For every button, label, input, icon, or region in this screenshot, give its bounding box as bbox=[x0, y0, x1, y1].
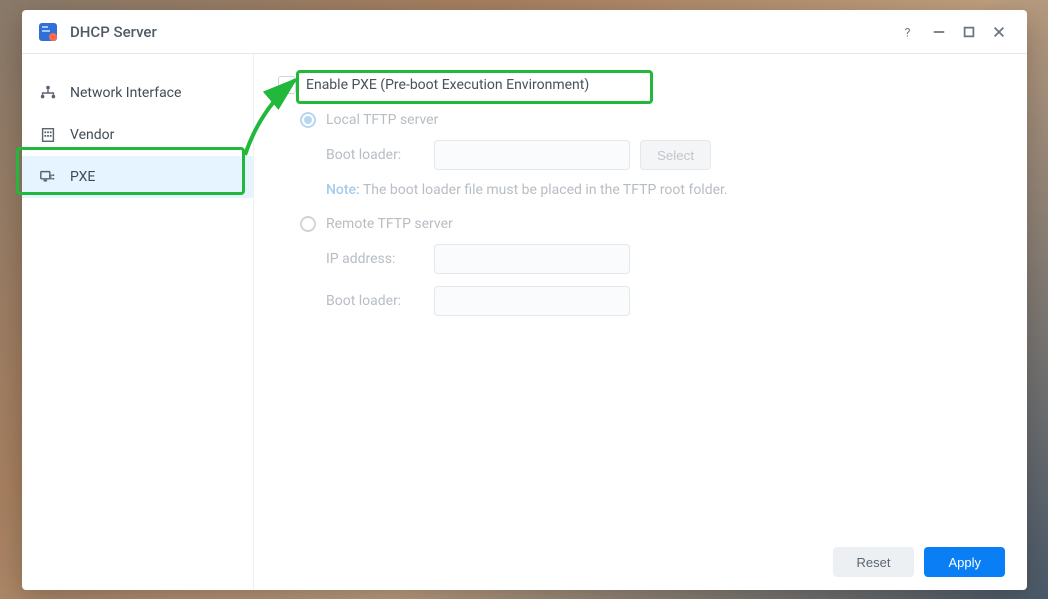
close-button[interactable] bbox=[985, 18, 1013, 46]
local-tftp-radio[interactable] bbox=[300, 112, 316, 128]
note-label: Note: bbox=[326, 182, 360, 198]
footer: Reset Apply bbox=[254, 534, 1027, 590]
note-text: The boot loader file must be placed in t… bbox=[363, 182, 728, 198]
maximize-button[interactable] bbox=[955, 18, 983, 46]
local-boot-loader-input[interactable] bbox=[434, 140, 630, 170]
app-icon bbox=[36, 20, 60, 44]
minimize-button[interactable] bbox=[925, 18, 953, 46]
network-icon bbox=[38, 83, 58, 103]
enable-pxe-label: Enable PXE (Pre-boot Execution Environme… bbox=[306, 77, 589, 93]
sidebar-item-label: Vendor bbox=[70, 127, 114, 143]
titlebar: DHCP Server ? bbox=[22, 10, 1027, 54]
sidebar-item-label: PXE bbox=[70, 169, 95, 185]
reset-button[interactable]: Reset bbox=[833, 547, 915, 577]
remote-boot-loader-label: Boot loader: bbox=[326, 293, 434, 309]
svg-text:?: ? bbox=[905, 25, 911, 39]
window-title: DHCP Server bbox=[70, 23, 157, 41]
remote-ip-label: IP address: bbox=[326, 251, 434, 267]
help-button[interactable]: ? bbox=[895, 18, 923, 46]
sidebar-item-label: Network Interface bbox=[70, 85, 181, 101]
building-icon bbox=[38, 125, 58, 145]
remote-ip-input[interactable] bbox=[434, 244, 630, 274]
sidebar-item-vendor[interactable]: Vendor bbox=[22, 114, 253, 156]
pxe-content: Enable PXE (Pre-boot Execution Environme… bbox=[254, 54, 1027, 534]
local-tftp-label: Local TFTP server bbox=[326, 112, 438, 128]
sidebar-item-pxe[interactable]: PXE bbox=[22, 156, 253, 198]
pxe-icon bbox=[38, 167, 58, 187]
remote-boot-loader-input[interactable] bbox=[434, 286, 630, 316]
app-window: DHCP Server ? Network Interface bbox=[22, 10, 1027, 590]
remote-tftp-label: Remote TFTP server bbox=[326, 216, 453, 232]
select-boot-loader-button[interactable]: Select bbox=[640, 140, 711, 170]
remote-tftp-radio[interactable] bbox=[300, 216, 316, 232]
apply-button[interactable]: Apply bbox=[924, 547, 1005, 577]
sidebar-item-network-interface[interactable]: Network Interface bbox=[22, 72, 253, 114]
sidebar: Network Interface Vendor PXE bbox=[22, 54, 254, 590]
enable-pxe-checkbox[interactable] bbox=[278, 76, 296, 94]
local-boot-loader-label: Boot loader: bbox=[326, 147, 434, 163]
